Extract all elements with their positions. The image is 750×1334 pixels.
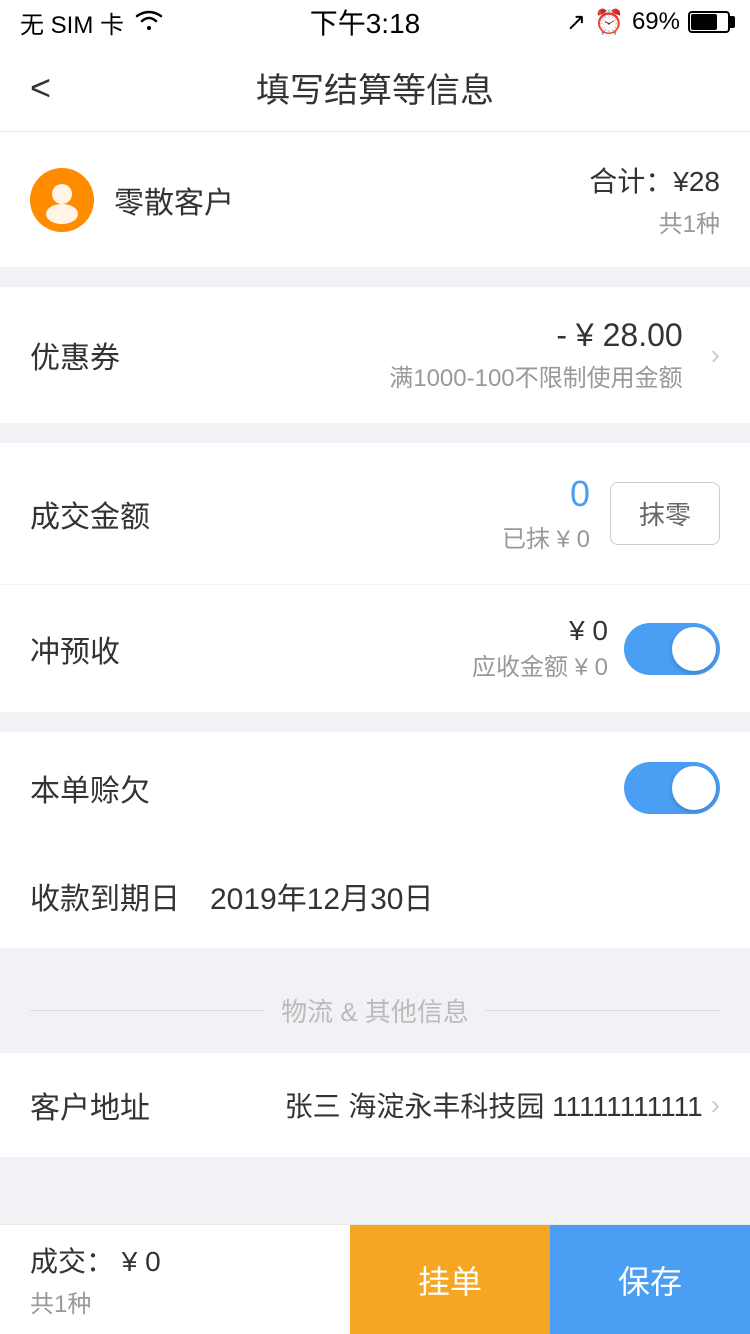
bottom-deal-text: 成交： ¥ 0 (30, 1240, 320, 1280)
divider-3 (0, 712, 750, 732)
status-left: 无 SIM 卡 (20, 5, 164, 40)
status-time: 下午3:18 (310, 2, 421, 42)
coupon-value-right: - ¥ 28.00 满1000-100不限制使用金额 (389, 317, 682, 393)
advance-label: 冲预收 (30, 627, 120, 671)
logistics-title: 物流 & 其他信息 (30, 992, 720, 1029)
transaction-section: 成交金额 0 已抹 ¥ 0 抹零 冲预收 ¥ 0 应收金额 ¥ 0 (0, 443, 750, 712)
bottom-deal-label: 成交： (30, 1246, 114, 1277)
bottom-count: 共1种 (30, 1284, 320, 1319)
coupon-value: - ¥ 28.00 (389, 317, 682, 354)
save-button[interactable]: 保存 (550, 1225, 750, 1334)
advance-value: ¥ 0 (472, 615, 608, 647)
debit-section: 本单赊欠 收款到期日 2019年12月30日 (0, 732, 750, 948)
bottom-info: 成交： ¥ 0 共1种 (0, 1240, 350, 1319)
advance-value-right: ¥ 0 应收金额 ¥ 0 (472, 615, 608, 682)
address-chevron-icon: › (711, 1089, 720, 1121)
customer-total-area: 合计：¥28 共1种 (589, 160, 720, 239)
coupon-label: 优惠券 (30, 333, 120, 377)
customer-total: 合计：¥28 (589, 160, 720, 200)
address-value: 张三 海淀永丰科技园 11111111111 (180, 1085, 703, 1125)
duedate-row: 收款到期日 2019年12月30日 (0, 844, 750, 948)
customer-name: 零散客户 (114, 178, 234, 222)
coupon-value-area: - ¥ 28.00 满1000-100不限制使用金额 › (389, 317, 720, 393)
main-content: 零散客户 合计：¥28 共1种 优惠券 - ¥ 28.00 满1000-100不… (0, 132, 750, 1317)
customer-section: 零散客户 合计：¥28 共1种 (0, 132, 750, 267)
transaction-row: 成交金额 0 已抹 ¥ 0 抹零 (0, 443, 750, 585)
round-button[interactable]: 抹零 (610, 482, 720, 545)
divider-2 (0, 423, 750, 443)
status-bar: 无 SIM 卡 下午3:18 ↗ ⏰ 69% (0, 0, 750, 44)
transaction-amount[interactable]: 0 (502, 473, 590, 515)
transaction-sub: 已抹 ¥ 0 (502, 519, 590, 554)
divider-1 (0, 267, 750, 287)
status-right: ↗ ⏰ 69% (566, 8, 730, 37)
advance-toggle[interactable] (624, 623, 720, 675)
debit-label: 本单赊欠 (30, 766, 150, 810)
wifi-icon (134, 8, 164, 37)
chevron-right-icon: › (711, 339, 720, 371)
transaction-value-right: 0 已抹 ¥ 0 (502, 473, 590, 554)
coupon-sub: 满1000-100不限制使用金额 (389, 358, 682, 393)
address-label: 客户地址 (30, 1083, 150, 1127)
coupon-section: 优惠券 - ¥ 28.00 满1000-100不限制使用金额 › (0, 287, 750, 423)
advance-value-area: ¥ 0 应收金额 ¥ 0 (472, 615, 720, 682)
battery-icon (688, 11, 730, 33)
bottom-bar: 成交： ¥ 0 共1种 挂单 保存 (0, 1224, 750, 1334)
alarm-icon: ⏰ (594, 8, 624, 37)
duedate-label: 收款到期日 (30, 874, 180, 918)
transaction-value-area: 0 已抹 ¥ 0 抹零 (502, 473, 720, 554)
toggle-knob (672, 627, 716, 671)
no-sim-text: 无 SIM 卡 (20, 5, 124, 40)
advance-toggle-wrap: ¥ 0 应收金额 ¥ 0 (472, 615, 720, 682)
debit-row: 本单赊欠 (0, 732, 750, 844)
advance-value-row: ¥ 0 应收金额 ¥ 0 (472, 615, 720, 682)
transaction-label: 成交金额 (30, 492, 150, 536)
back-button[interactable]: < (30, 67, 51, 109)
page-title: 填写结算等信息 (256, 63, 494, 112)
pending-button[interactable]: 挂单 (350, 1225, 550, 1334)
advance-row: 冲预收 ¥ 0 应收金额 ¥ 0 (0, 585, 750, 712)
bottom-deal-value: ¥ 0 (122, 1246, 161, 1277)
address-section: 客户地址 张三 海淀永丰科技园 11111111111 › (0, 1053, 750, 1157)
nav-bar: < 填写结算等信息 (0, 44, 750, 132)
divider-5 (0, 1157, 750, 1197)
divider-4 (0, 948, 750, 968)
address-row[interactable]: 客户地址 张三 海淀永丰科技园 11111111111 › (0, 1053, 750, 1157)
advance-sub: 应收金额 ¥ 0 (472, 647, 608, 682)
customer-info: 零散客户 (30, 168, 234, 232)
debit-toggle[interactable] (624, 762, 720, 814)
logistics-title-text: 物流 & 其他信息 (281, 992, 469, 1029)
coupon-row[interactable]: 优惠券 - ¥ 28.00 满1000-100不限制使用金额 › (0, 287, 750, 423)
location-icon: ↗ (566, 8, 586, 37)
avatar (30, 168, 94, 232)
customer-count: 共1种 (589, 204, 720, 239)
duedate-value[interactable]: 2019年12月30日 (210, 874, 433, 918)
debit-toggle-knob (672, 766, 716, 810)
logistics-section: 物流 & 其他信息 (0, 968, 750, 1053)
battery-percent: 69% (632, 8, 680, 36)
